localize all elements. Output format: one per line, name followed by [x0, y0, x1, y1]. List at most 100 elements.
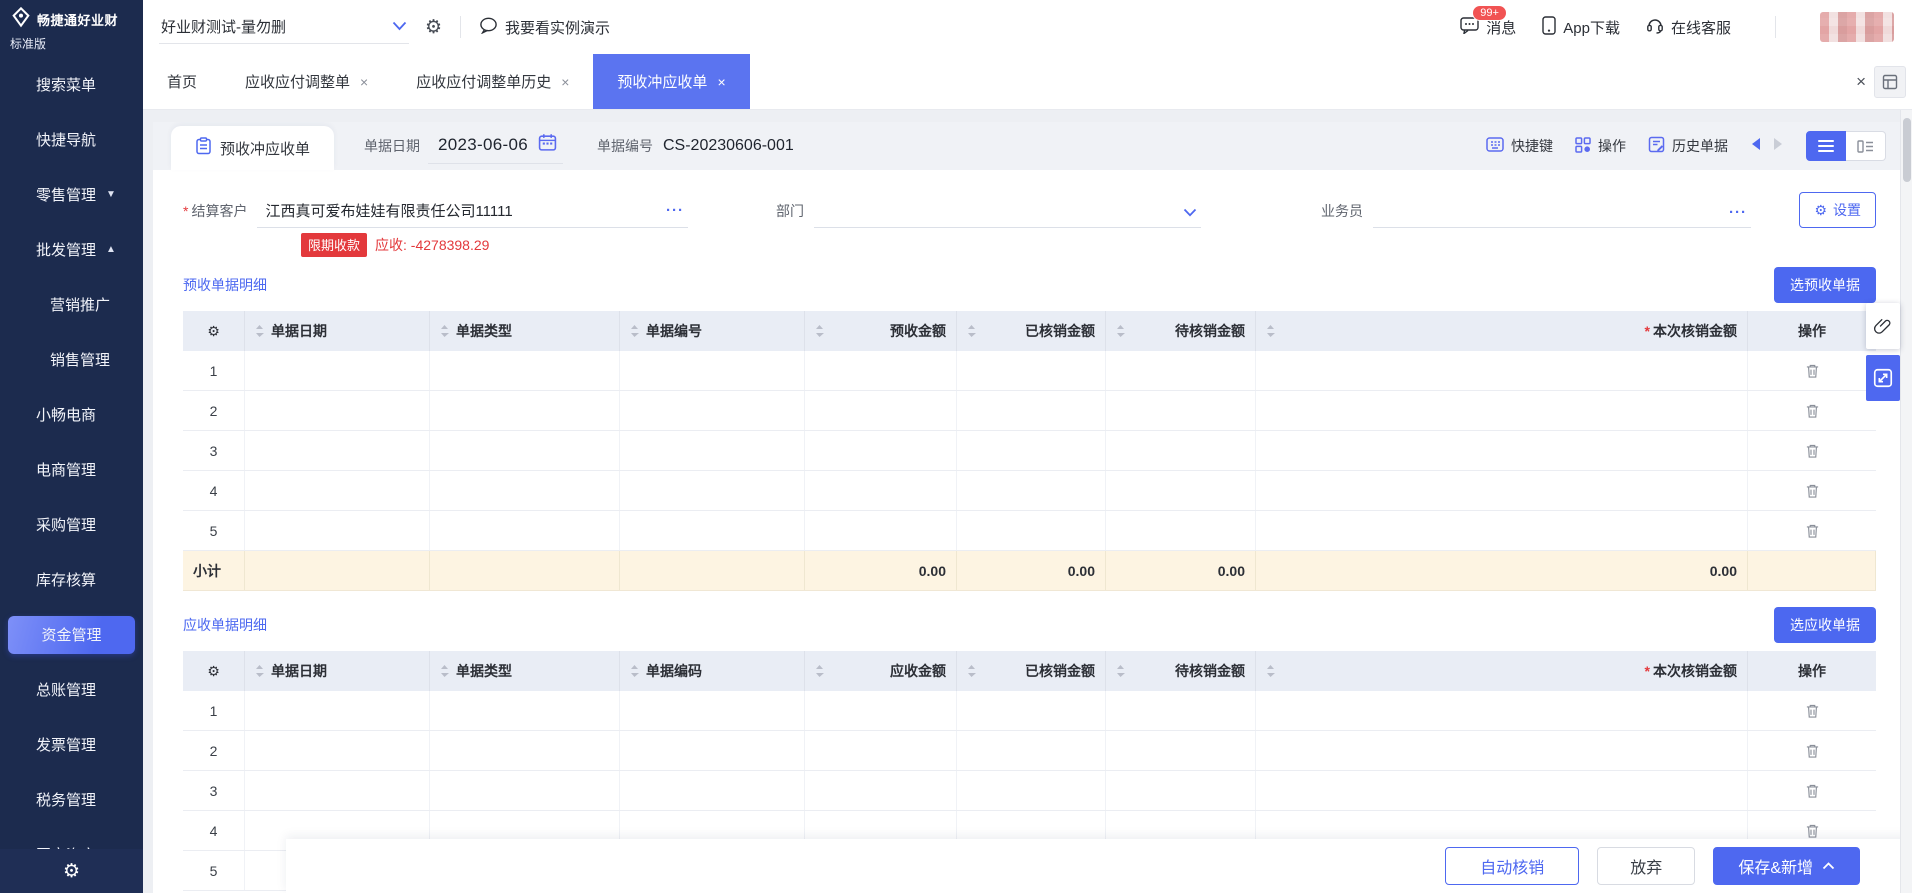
layout-toggle-button[interactable]	[1874, 66, 1906, 98]
account-dropdown[interactable]: 好业财测试-量勿删	[159, 10, 409, 44]
messages-button[interactable]: 99+ 消息	[1460, 4, 1516, 38]
salesman-field[interactable]: ···	[1373, 202, 1751, 228]
close-tab-icon[interactable]: ×	[360, 74, 368, 90]
demo-link[interactable]: 我要看实例演示	[479, 17, 610, 38]
sidebar-item-marketing[interactable]: 营销推广	[0, 277, 143, 332]
delete-row-button[interactable]	[1748, 471, 1876, 510]
cell-doc-type[interactable]	[430, 431, 620, 470]
cell-doc-date[interactable]	[245, 771, 430, 810]
cell-doc-date[interactable]	[245, 431, 430, 470]
sort-icon[interactable]	[815, 324, 824, 338]
cell-pending[interactable]	[1106, 391, 1256, 430]
cell-doc-type[interactable]	[430, 511, 620, 550]
tab-home[interactable]: 首页	[143, 54, 221, 109]
sidebar-item-general-ledger[interactable]: 总账管理	[0, 662, 143, 717]
sort-icon[interactable]	[1116, 664, 1125, 678]
sort-icon[interactable]	[630, 324, 639, 338]
cell-pending[interactable]	[1106, 691, 1256, 730]
tab-ar-ap-adjust[interactable]: 应收应付调整单 ×	[221, 54, 392, 109]
select-receivable-docs-button[interactable]: 选应收单据	[1774, 607, 1876, 643]
receivable-section-title[interactable]: 应收单据明细	[183, 615, 267, 635]
cell-doc-date[interactable]	[245, 511, 430, 550]
sidebar-item-quick-nav[interactable]: 快捷导航	[0, 112, 143, 167]
next-doc-arrow[interactable]	[1773, 137, 1784, 156]
chevron-down-icon[interactable]	[1171, 204, 1197, 221]
history-docs-button[interactable]: 历史单据	[1648, 136, 1728, 156]
cell-written-off[interactable]	[957, 511, 1106, 550]
sort-icon[interactable]	[440, 324, 449, 338]
cell-doc-type[interactable]	[430, 391, 620, 430]
delete-row-button[interactable]	[1748, 511, 1876, 550]
tab-ar-ap-adjust-history[interactable]: 应收应付调整单历史 ×	[392, 54, 593, 109]
cell-doc-date[interactable]	[245, 471, 430, 510]
sort-icon[interactable]	[967, 324, 976, 338]
settings-button[interactable]: ⚙ 设置	[1799, 192, 1876, 228]
shortcut-keys-button[interactable]: 快捷键	[1486, 136, 1553, 156]
list-view-button[interactable]	[1806, 131, 1846, 161]
delete-row-button[interactable]	[1748, 731, 1876, 770]
cell-doc-date[interactable]	[245, 391, 430, 430]
cell-doc-no[interactable]	[620, 471, 805, 510]
tab-prepaid-offset-active[interactable]: 预收冲应收单 ×	[593, 54, 750, 109]
cell-pending[interactable]	[1106, 471, 1256, 510]
online-service-button[interactable]: 在线客服	[1646, 16, 1731, 38]
cell-doc-date[interactable]	[245, 691, 430, 730]
sort-icon[interactable]	[630, 664, 639, 678]
app-download-button[interactable]: App下载	[1542, 15, 1620, 39]
cell-doc-type[interactable]	[430, 471, 620, 510]
cell-current-writeoff[interactable]	[1256, 391, 1748, 430]
close-tab-icon[interactable]: ×	[561, 74, 569, 90]
close-tab-icon[interactable]: ×	[717, 74, 725, 90]
cell-doc-type[interactable]	[430, 351, 620, 390]
cell-doc-date[interactable]	[245, 351, 430, 390]
cell-current-writeoff[interactable]	[1256, 431, 1748, 470]
cell-written-off[interactable]	[957, 391, 1106, 430]
user-avatar[interactable]	[1820, 12, 1894, 42]
customer-picker-button[interactable]: ···	[654, 202, 684, 219]
cell-doc-no[interactable]	[620, 511, 805, 550]
column-settings-gear-icon[interactable]: ⚙	[183, 311, 245, 351]
delete-row-button[interactable]	[1748, 351, 1876, 390]
cell-pending[interactable]	[1106, 351, 1256, 390]
sidebar-item-tax[interactable]: 税务管理	[0, 772, 143, 827]
cell-doc-no[interactable]	[620, 731, 805, 770]
delete-row-button[interactable]	[1748, 391, 1876, 430]
sidebar-item-invoice[interactable]: 发票管理	[0, 717, 143, 772]
cell-amount[interactable]	[805, 471, 957, 510]
delete-row-button[interactable]	[1748, 691, 1876, 730]
delete-row-button[interactable]	[1748, 771, 1876, 810]
cell-written-off[interactable]	[957, 431, 1106, 470]
sort-icon[interactable]	[815, 664, 824, 678]
doc-date-field[interactable]: 2023-06-06	[428, 129, 563, 164]
sort-icon[interactable]	[255, 664, 264, 678]
discard-button[interactable]: 放弃	[1597, 847, 1696, 885]
select-prepaid-docs-button[interactable]: 选预收单据	[1774, 267, 1876, 303]
sidebar-item-sales[interactable]: 销售管理	[0, 332, 143, 387]
sort-icon[interactable]	[967, 664, 976, 678]
cell-pending[interactable]	[1106, 771, 1256, 810]
sort-icon[interactable]	[440, 664, 449, 678]
settings-gear-icon[interactable]: ⚙	[425, 18, 442, 37]
sidebar-item-wholesale[interactable]: 批发管理 ▲	[0, 222, 143, 277]
calendar-icon[interactable]	[538, 133, 557, 157]
department-field[interactable]	[814, 202, 1201, 228]
cell-doc-no[interactable]	[620, 391, 805, 430]
sidebar-item-xiaochang-ecom[interactable]: 小畅电商	[0, 387, 143, 442]
cell-current-writeoff[interactable]	[1256, 471, 1748, 510]
sidebar-item-purchase[interactable]: 采购管理	[0, 497, 143, 552]
sort-icon[interactable]	[255, 324, 264, 338]
vertical-scrollbar[interactable]	[1900, 110, 1912, 893]
sidebar-item-inventory[interactable]: 库存核算	[0, 552, 143, 607]
cell-written-off[interactable]	[957, 731, 1106, 770]
save-and-new-button[interactable]: 保存&新增	[1713, 847, 1860, 885]
cell-amount[interactable]	[805, 731, 957, 770]
cell-doc-type[interactable]	[430, 731, 620, 770]
operations-button[interactable]: 操作	[1575, 136, 1626, 156]
cell-doc-no[interactable]	[620, 691, 805, 730]
sidebar-item-ecommerce[interactable]: 电商管理	[0, 442, 143, 497]
prev-doc-arrow[interactable]	[1750, 137, 1761, 156]
scrollbar-thumb[interactable]	[1903, 118, 1911, 182]
salesman-picker-button[interactable]: ···	[1717, 204, 1747, 221]
cell-written-off[interactable]	[957, 691, 1106, 730]
cell-pending[interactable]	[1106, 731, 1256, 770]
